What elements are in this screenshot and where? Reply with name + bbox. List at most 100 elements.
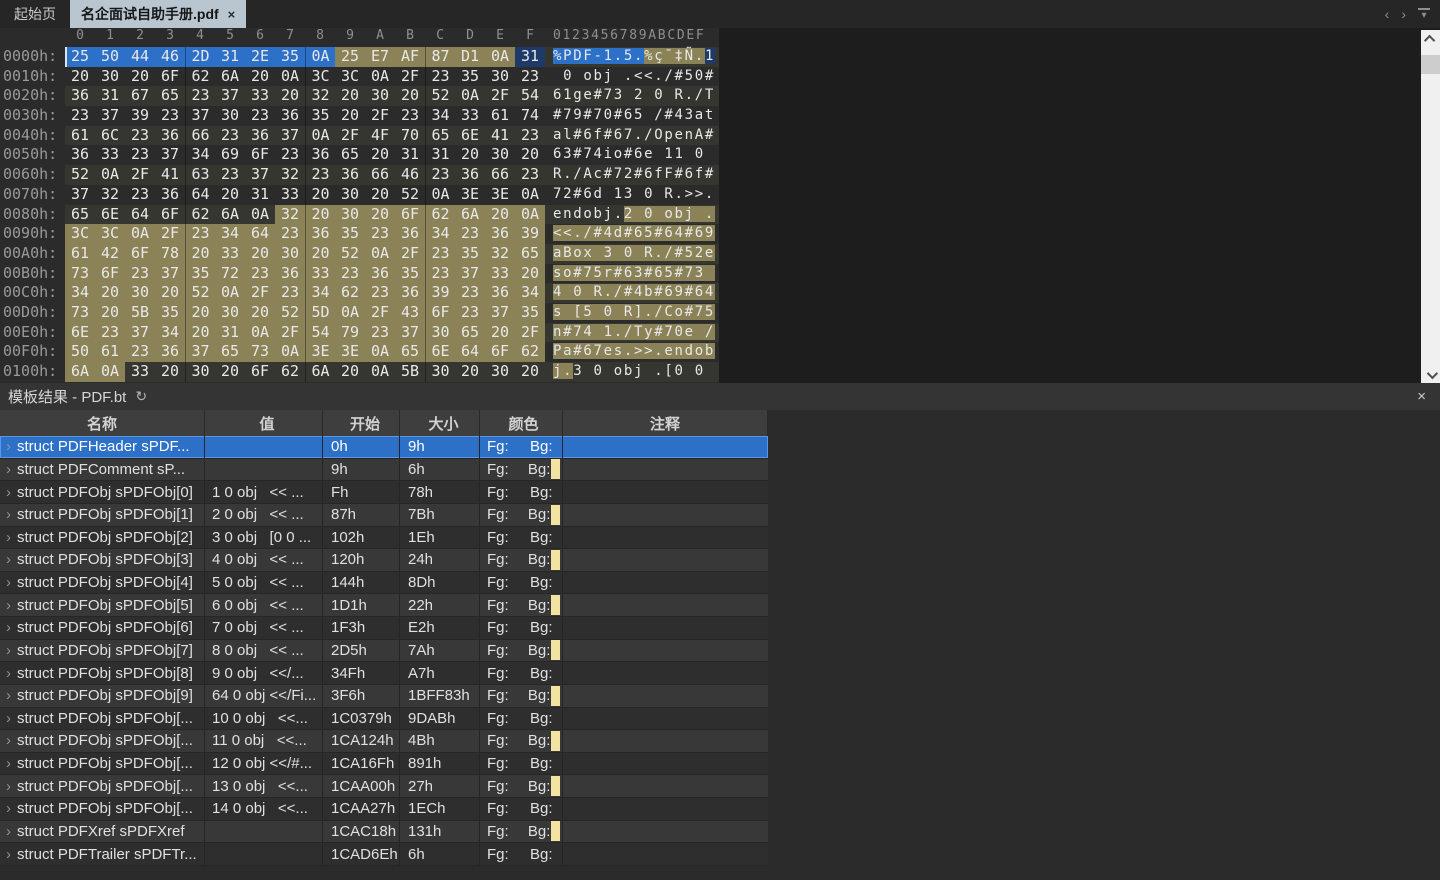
hex-row[interactable]: 0040h: 61 6C 23 36 66 23 36 37 0A 2F 4F 70 65 6E 41 23 al… (0, 125, 719, 146)
hex-byte[interactable]: 32 (275, 165, 305, 185)
hex-byte[interactable]: 52 (335, 243, 365, 264)
hex-byte[interactable]: 31 (395, 145, 425, 165)
hex-byte[interactable]: 0A (515, 204, 545, 225)
hex-byte[interactable]: 2F (485, 86, 515, 106)
hex-byte[interactable]: 20 (455, 362, 485, 382)
hex-byte[interactable]: 20 (275, 86, 305, 106)
hex-byte[interactable]: 25 (65, 47, 95, 67)
hex-byte[interactable]: 61 (95, 342, 125, 362)
hex-byte[interactable]: 30 (425, 322, 455, 343)
hex-byte[interactable]: 3E (335, 342, 365, 362)
hex-byte[interactable]: 52 (65, 165, 95, 185)
expand-chevron-icon[interactable]: › (0, 665, 17, 682)
hex-byte[interactable]: 31 (215, 47, 245, 67)
hex-byte[interactable]: E7 (365, 47, 395, 67)
expand-chevron-icon[interactable]: › (0, 732, 17, 749)
hex-byte[interactable]: 33 (455, 106, 485, 126)
hex-byte[interactable]: 64 (245, 224, 275, 244)
hex-byte[interactable]: 23 (425, 165, 455, 185)
expand-chevron-icon[interactable]: › (0, 506, 17, 523)
hex-byte[interactable]: 2F (365, 302, 395, 323)
hex-byte[interactable]: 23 (215, 165, 245, 185)
hex-byte[interactable]: 20 (245, 67, 275, 87)
hex-byte[interactable]: 23 (365, 224, 395, 244)
hex-byte[interactable]: 20 (215, 185, 245, 205)
hex-row[interactable]: 00E0h: 6E 23 37 34 20 31 0A 2F 54 79 23 37 30 65 20 2F n#… (0, 322, 719, 343)
hex-byte[interactable]: 30 (425, 362, 455, 382)
hex-byte[interactable]: 35 (455, 243, 485, 264)
hex-byte[interactable]: 20 (515, 263, 545, 284)
hex-byte[interactable]: 34 (425, 224, 455, 244)
nav-back-icon[interactable]: ‹ (1385, 6, 1390, 22)
hex-byte[interactable]: 61 (65, 243, 95, 264)
hex-byte[interactable]: 43 (395, 302, 425, 323)
hex-byte[interactable]: 20 (335, 106, 365, 126)
hex-byte[interactable]: 31 (515, 47, 545, 67)
ascii-text[interactable]: %PDF-1.5.%ç¯‡Ñ.1 (553, 47, 716, 67)
hex-byte[interactable]: 36 (485, 283, 515, 303)
hex-byte[interactable]: 20 (245, 243, 275, 264)
table-row[interactable]: › struct PDFHeader sPDF... 0h 9h Fg: Bg: (0, 436, 768, 459)
hex-byte[interactable]: 34 (155, 322, 185, 343)
hex-byte[interactable]: 37 (455, 263, 485, 284)
hex-byte[interactable]: 20 (95, 302, 125, 323)
hex-row[interactable]: 0010h: 20 30 20 6F 62 6A 20 0A 3C 3C 0A 2F 23 35 30 23 0… (0, 66, 719, 87)
expand-chevron-icon[interactable]: › (0, 642, 17, 659)
hex-byte[interactable]: 35 (185, 263, 215, 284)
hex-byte[interactable]: 35 (455, 67, 485, 87)
hex-byte[interactable]: 0A (215, 283, 245, 303)
hex-byte[interactable]: 66 (365, 165, 395, 185)
refresh-icon[interactable]: ↻ (135, 388, 147, 405)
hex-byte[interactable]: 2E (245, 47, 275, 67)
hex-byte[interactable]: 35 (335, 224, 365, 244)
hex-byte[interactable]: 23 (395, 106, 425, 126)
hex-byte[interactable]: 20 (155, 362, 185, 382)
hex-byte[interactable]: 3E (305, 342, 335, 362)
hex-byte[interactable]: 6F (485, 342, 515, 362)
hex-byte[interactable]: 36 (455, 165, 485, 185)
hex-byte[interactable]: 36 (155, 185, 185, 205)
hex-byte[interactable]: 30 (335, 185, 365, 205)
hex-byte[interactable]: 79 (335, 322, 365, 343)
hex-byte[interactable]: 23 (275, 283, 305, 303)
hex-row[interactable]: 00C0h: 34 20 30 20 52 0A 2F 23 34 62 23 36 39 23 36 34 4 … (0, 283, 719, 303)
hex-byte[interactable]: 2F (245, 283, 275, 303)
hex-byte[interactable]: 0A (515, 185, 545, 205)
hex-byte[interactable]: 73 (65, 302, 95, 323)
hex-byte[interactable]: 2F (335, 126, 365, 146)
hex-byte[interactable]: 23 (455, 302, 485, 323)
hex-byte[interactable]: 23 (365, 283, 395, 303)
hex-byte[interactable]: 5B (395, 362, 425, 382)
hex-byte[interactable]: 6F (245, 145, 275, 165)
hex-row[interactable]: 0060h: 52 0A 2F 41 63 23 37 32 23 36 66 46 23 36 66 23 R.… (0, 165, 719, 185)
hex-byte[interactable]: 0A (455, 86, 485, 106)
expand-chevron-icon[interactable]: › (0, 438, 17, 455)
table-row[interactable]: › struct PDFObj sPDFObj[... 14 0 obj <<...… (0, 798, 768, 821)
hex-byte[interactable]: 36 (245, 126, 275, 146)
hex-byte[interactable]: 33 (485, 263, 515, 284)
hex-byte[interactable]: 54 (305, 322, 335, 343)
table-row[interactable]: › struct PDFObj sPDFObj[5] 6 0 obj << ... 1… (0, 594, 768, 617)
column-header-1[interactable]: 值 (205, 410, 323, 436)
hex-byte[interactable]: 0A (125, 224, 155, 244)
expand-chevron-icon[interactable]: › (0, 846, 17, 863)
hex-byte[interactable]: 36 (275, 106, 305, 126)
hex-byte[interactable]: 37 (185, 342, 215, 362)
expand-chevron-icon[interactable]: › (0, 778, 17, 795)
hex-byte[interactable]: 34 (215, 224, 245, 244)
hex-byte[interactable]: 64 (125, 205, 155, 225)
hex-row[interactable]: 0070h: 37 32 23 36 64 20 31 33 20 30 20 52 0A 3E 3E 0A 72… (0, 184, 719, 205)
hex-byte[interactable]: 6F (95, 263, 125, 284)
hex-byte[interactable]: 20 (305, 184, 335, 205)
hex-byte[interactable]: 36 (305, 224, 335, 244)
hex-byte[interactable]: 30 (275, 243, 305, 264)
hex-byte[interactable]: 20 (95, 283, 125, 303)
hex-byte[interactable]: 6E (425, 342, 455, 362)
hex-byte[interactable]: 30 (365, 86, 395, 106)
hex-byte[interactable]: 3C (65, 224, 95, 244)
hex-byte[interactable]: 62 (335, 283, 365, 303)
hex-byte[interactable]: 33 (95, 145, 125, 165)
hex-byte[interactable]: 2F (125, 165, 155, 185)
scroll-up-button[interactable] (1421, 30, 1440, 47)
hex-byte[interactable]: 41 (485, 126, 515, 146)
